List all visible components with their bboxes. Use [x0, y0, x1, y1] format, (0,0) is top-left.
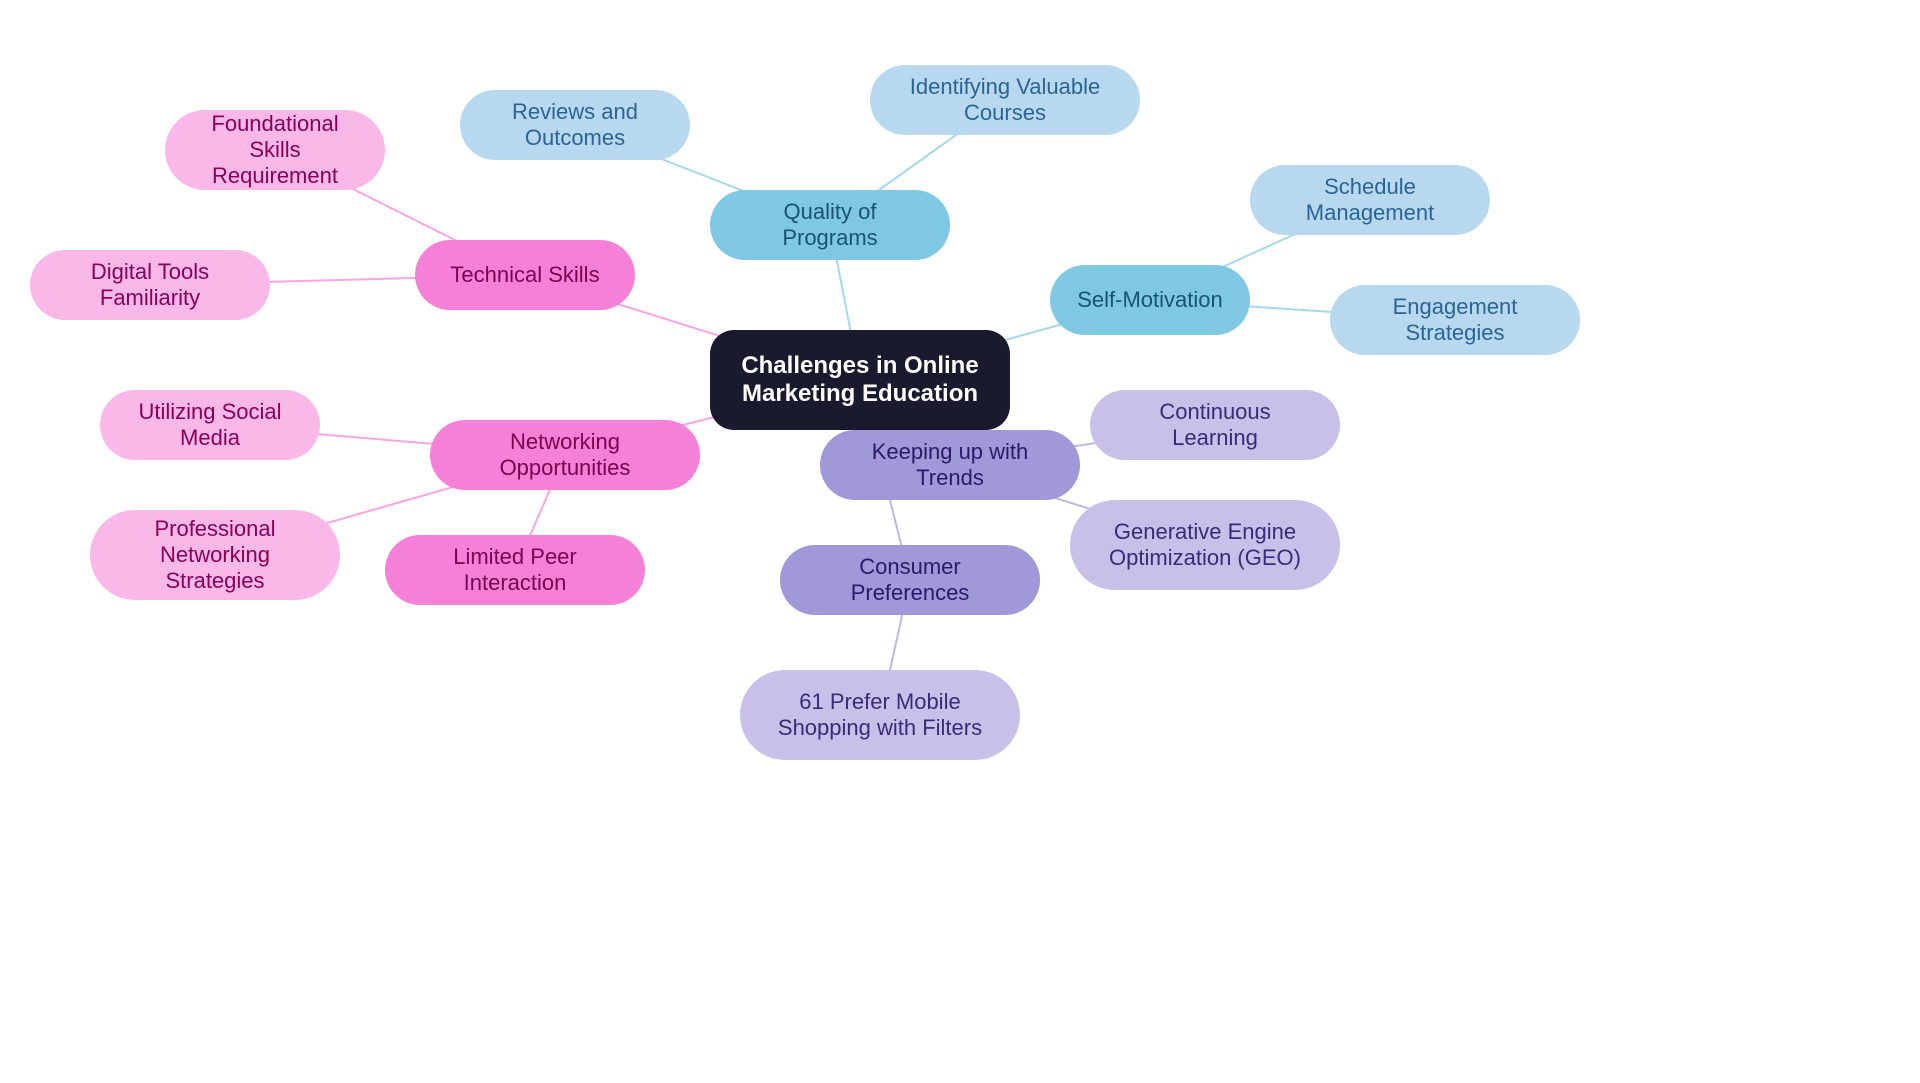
node-schedule-management: Schedule Management [1250, 165, 1490, 235]
node-networking-opportunities: Networking Opportunities [430, 420, 700, 490]
node-geo: Generative Engine Optimization (GEO) [1070, 500, 1340, 590]
node-reviews-outcomes: Reviews and Outcomes [460, 90, 690, 160]
node-identifying-courses: Identifying Valuable Courses [870, 65, 1140, 135]
node-consumer-preferences: Consumer Preferences [780, 545, 1040, 615]
node-self-motivation: Self-Motivation [1050, 265, 1250, 335]
node-limited-peer: Limited Peer Interaction [385, 535, 645, 605]
node-foundational-skills: Foundational Skills Requirement [165, 110, 385, 190]
node-engagement-strategies: Engagement Strategies [1330, 285, 1580, 355]
node-quality-programs: Quality of Programs [710, 190, 950, 260]
node-mobile-shopping: 61 Prefer Mobile Shopping with Filters [740, 670, 1020, 760]
node-digital-tools: Digital Tools Familiarity [30, 250, 270, 320]
node-utilizing-social-media: Utilizing Social Media [100, 390, 320, 460]
node-technical-skills: Technical Skills [415, 240, 635, 310]
node-professional-networking: Professional Networking Strategies [90, 510, 340, 600]
node-keeping-trends: Keeping up with Trends [820, 430, 1080, 500]
center-node: Challenges in Online Marketing Education [710, 330, 1010, 430]
node-continuous-learning: Continuous Learning [1090, 390, 1340, 460]
mindmap-container: Challenges in Online Marketing Education… [0, 0, 1920, 1083]
